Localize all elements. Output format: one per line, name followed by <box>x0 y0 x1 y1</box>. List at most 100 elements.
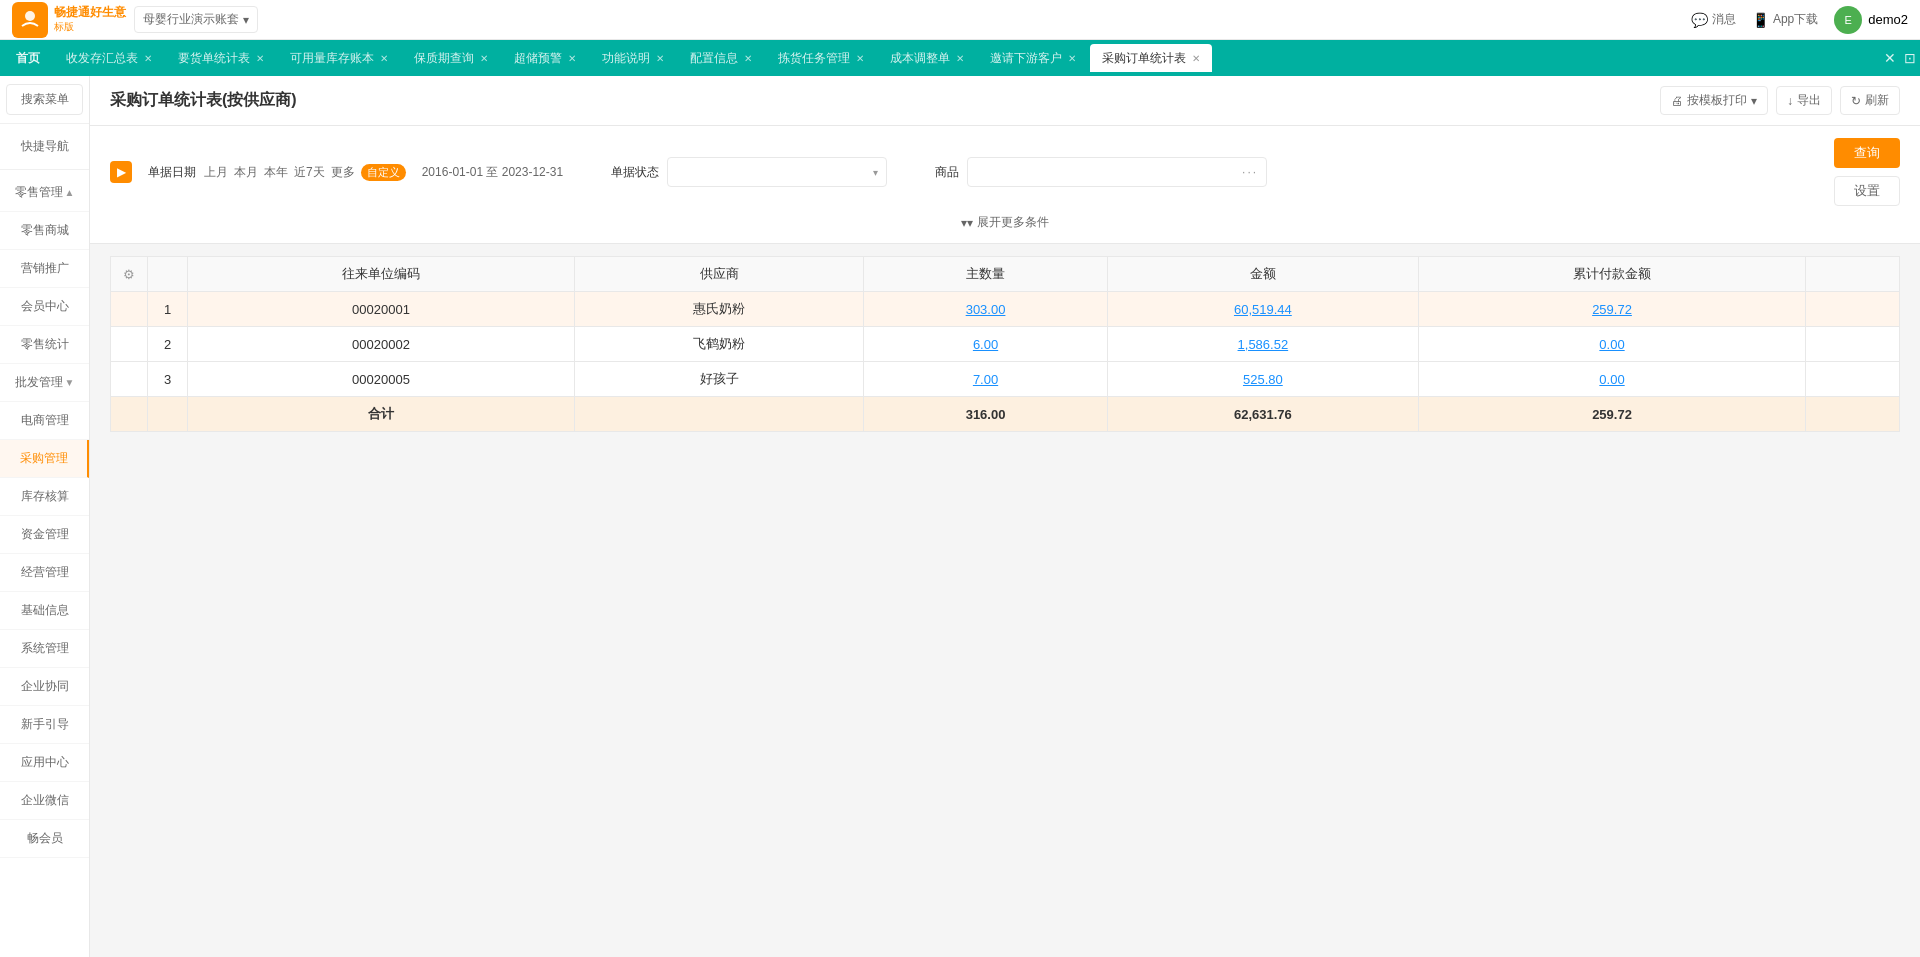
row-1-amount-link[interactable]: 60,519.44 <box>1234 302 1292 317</box>
message-btn[interactable]: 💬 消息 <box>1691 11 1736 28</box>
sidebar-item-operations[interactable]: 经营管理 <box>0 554 89 592</box>
workspace-selector[interactable]: 母婴行业演示账套 ▾ <box>134 6 258 33</box>
tab-stock-ledger[interactable]: 可用量库存账本 ✕ <box>278 44 400 72</box>
sidebar-item-label: 新手引导 <box>21 716 69 733</box>
product-input[interactable]: ··· <box>967 157 1267 187</box>
tab-restore[interactable]: ⊡ <box>1904 50 1916 66</box>
nav-tabs: 首页 收发存汇总表 ✕ 要货单统计表 ✕ 可用量库存账本 ✕ 保质期查询 ✕ 超… <box>0 40 1920 76</box>
col-amount-header: 金额 <box>1107 257 1418 292</box>
tab-shelf-life[interactable]: 保质期查询 ✕ <box>402 44 500 72</box>
filter-row: ▶ 单据日期 上月 本月 本年 近7天 更多 自定义 2016-01-01 至 … <box>110 138 1900 206</box>
date-last-month[interactable]: 上月 <box>204 164 228 181</box>
col-index-header <box>148 257 188 292</box>
tab-receive-summary[interactable]: 收发存汇总表 ✕ <box>54 44 164 72</box>
tab-close-picking[interactable]: ✕ <box>856 53 864 64</box>
refresh-icon: ↻ <box>1851 94 1861 108</box>
filter-right-actions: 查询 设置 <box>1834 138 1900 206</box>
sidebar-item-label: 零售商城 <box>21 222 69 239</box>
tab-close-cost[interactable]: ✕ <box>956 53 964 64</box>
row-3-amount-link[interactable]: 525.80 <box>1243 372 1283 387</box>
row-1-quantity-link[interactable]: 303.00 <box>966 302 1006 317</box>
print-label: 按模板打印 <box>1687 92 1747 109</box>
sidebar-item-retail-shop[interactable]: 零售商城 <box>0 212 89 250</box>
logo-area: 畅捷通好生意 标版 <box>12 2 126 38</box>
sidebar-item-basic-info[interactable]: 基础信息 <box>0 592 89 630</box>
tab-close-shelf[interactable]: ✕ <box>480 53 488 64</box>
sidebar-item-retail-management[interactable]: 零售管理 ▲ <box>0 174 89 212</box>
gear-icon[interactable]: ⚙ <box>123 267 135 282</box>
row-3-quantity-link[interactable]: 7.00 <box>973 372 998 387</box>
logo-subtext: 标版 <box>54 20 126 34</box>
sidebar-item-retail-stats[interactable]: 零售统计 <box>0 326 89 364</box>
date-this-month[interactable]: 本月 <box>234 164 258 181</box>
tab-close-overstock[interactable]: ✕ <box>568 53 576 64</box>
sidebar-item-label: 批发管理 <box>15 374 63 391</box>
tab-home[interactable]: 首页 <box>4 44 52 72</box>
sidebar-item-system[interactable]: 系统管理 <box>0 630 89 668</box>
row-2-paid-link[interactable]: 0.00 <box>1599 337 1624 352</box>
export-icon: ↓ <box>1787 94 1793 108</box>
filter-area: ▶ 单据日期 上月 本月 本年 近7天 更多 自定义 2016-01-01 至 … <box>90 126 1920 244</box>
tab-overstock[interactable]: 超储预警 ✕ <box>502 44 588 72</box>
row-3-paid-link[interactable]: 0.00 <box>1599 372 1624 387</box>
export-btn[interactable]: ↓ 导出 <box>1776 86 1832 115</box>
date-this-year[interactable]: 本年 <box>264 164 288 181</box>
sidebar-item-wholesale[interactable]: 批发管理 ▼ <box>0 364 89 402</box>
sidebar-item-guide[interactable]: 新手引导 <box>0 706 89 744</box>
row-2-amount-link[interactable]: 1,586.52 <box>1238 337 1289 352</box>
expand-filter-btn[interactable]: ▾▾ 展开更多条件 <box>961 214 1049 231</box>
date-more[interactable]: 更多 <box>331 164 355 181</box>
sidebar-item-app-center[interactable]: 应用中心 <box>0 744 89 782</box>
row-1-paid-link[interactable]: 259.72 <box>1592 302 1632 317</box>
tab-order-stats[interactable]: 要货单统计表 ✕ <box>166 44 276 72</box>
row-2-quantity-link[interactable]: 6.00 <box>973 337 998 352</box>
tab-close-purchase[interactable]: ✕ <box>1192 53 1200 64</box>
row-1-amount: 60,519.44 <box>1107 292 1418 327</box>
sidebar-item-enterprise[interactable]: 企业协同 <box>0 668 89 706</box>
tab-close-func[interactable]: ✕ <box>656 53 664 64</box>
top-bar-left: 畅捷通好生意 标版 母婴行业演示账套 ▾ <box>12 2 258 38</box>
tab-close-order[interactable]: ✕ <box>256 53 264 64</box>
tab-close-all[interactable]: ✕ <box>1884 50 1896 66</box>
message-label: 消息 <box>1712 11 1736 28</box>
settings-btn[interactable]: 设置 <box>1834 176 1900 206</box>
refresh-btn[interactable]: ↻ 刷新 <box>1840 86 1900 115</box>
sidebar-item-ecommerce[interactable]: 电商管理 <box>0 402 89 440</box>
tab-invite-downstream[interactable]: 邀请下游客户 ✕ <box>978 44 1088 72</box>
sidebar-item-wechat[interactable]: 企业微信 <box>0 782 89 820</box>
tab-picking-task[interactable]: 拣货任务管理 ✕ <box>766 44 876 72</box>
tab-close-config[interactable]: ✕ <box>744 53 752 64</box>
user-name: demo2 <box>1868 12 1908 27</box>
sidebar-item-purchase[interactable]: 采购管理 <box>0 440 89 478</box>
sidebar-item-member-center[interactable]: 会员中心 <box>0 288 89 326</box>
date-custom-tag[interactable]: 自定义 <box>361 164 406 181</box>
status-select[interactable]: ▾ <box>667 157 887 187</box>
tab-close-stock[interactable]: ✕ <box>380 53 388 64</box>
print-btn[interactable]: 🖨 按模板打印 ▾ <box>1660 86 1768 115</box>
quick-nav-btn[interactable]: 快捷导航 <box>6 132 83 161</box>
search-menu-btn[interactable]: 搜索菜单 <box>6 84 83 115</box>
sidebar-item-label: 电商管理 <box>21 412 69 429</box>
tab-cost-adjust[interactable]: 成本调整单 ✕ <box>878 44 976 72</box>
tab-config[interactable]: 配置信息 ✕ <box>678 44 764 72</box>
query-btn[interactable]: 查询 <box>1834 138 1900 168</box>
tab-close-invite[interactable]: ✕ <box>1068 53 1076 64</box>
product-more-icon[interactable]: ··· <box>1242 165 1258 179</box>
sidebar-item-member[interactable]: 畅会员 <box>0 820 89 858</box>
export-label: 导出 <box>1797 92 1821 109</box>
tab-function-desc[interactable]: 功能说明 ✕ <box>590 44 676 72</box>
tab-close-receive[interactable]: ✕ <box>144 53 152 64</box>
tab-purchase-stats[interactable]: 采购订单统计表 ✕ <box>1090 44 1212 72</box>
row-3-supplier-name: 好孩子 <box>575 362 864 397</box>
app-download-label: App下载 <box>1773 11 1818 28</box>
sidebar-item-inventory[interactable]: 库存核算 <box>0 478 89 516</box>
filter-toggle-btn[interactable]: ▶ <box>110 161 132 183</box>
row-3-extra <box>1806 362 1900 397</box>
app-download-btn[interactable]: 📱 App下载 <box>1752 11 1818 28</box>
refresh-label: 刷新 <box>1865 92 1889 109</box>
logo-icon <box>12 2 48 38</box>
sidebar-item-marketing[interactable]: 营销推广 <box>0 250 89 288</box>
sidebar-item-finance[interactable]: 资金管理 <box>0 516 89 554</box>
date-last-7-days[interactable]: 近7天 <box>294 164 325 181</box>
workspace-name: 母婴行业演示账套 <box>143 11 239 28</box>
